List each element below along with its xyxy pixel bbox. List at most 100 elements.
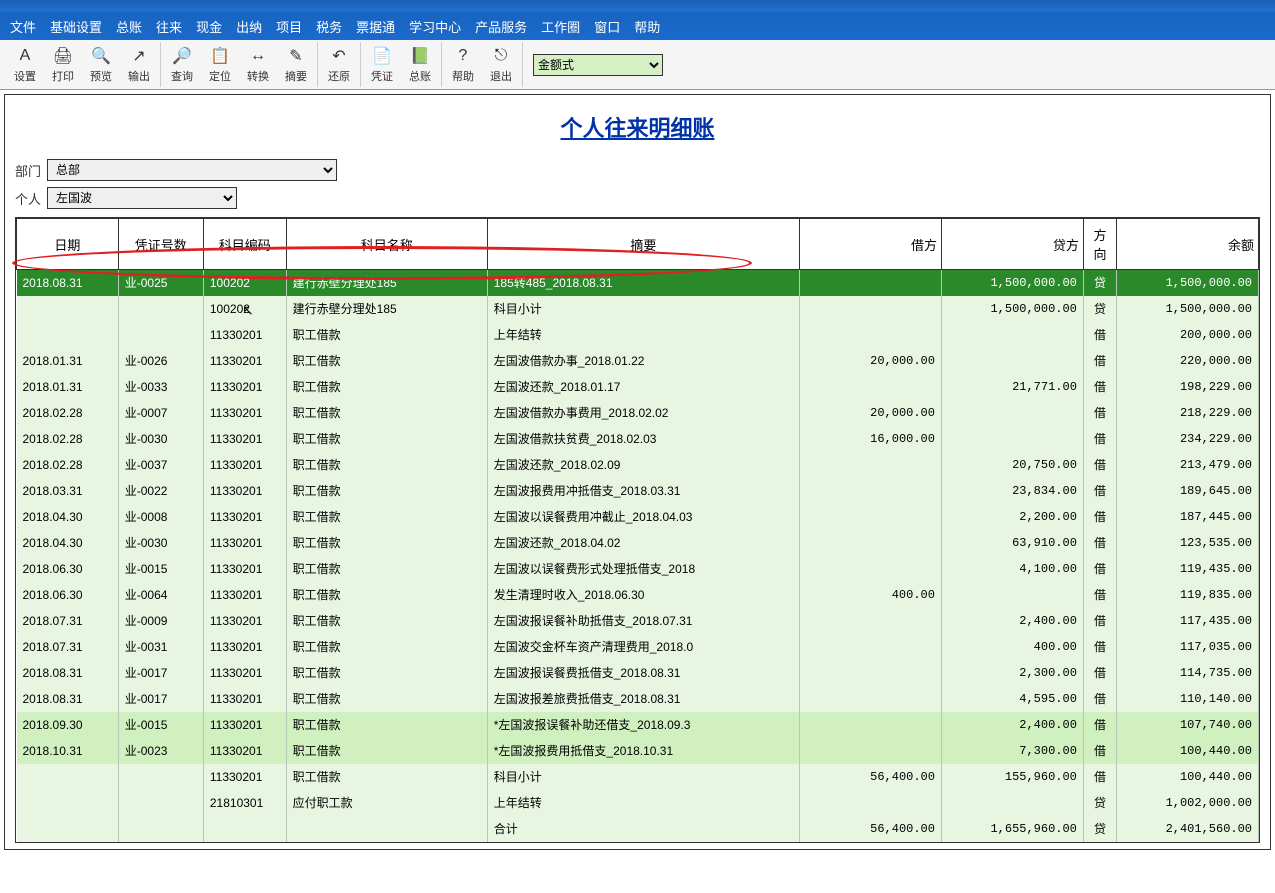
column-header[interactable]: 科目编码	[203, 219, 286, 270]
cell: 借	[1083, 322, 1116, 348]
main-menu[interactable]: 文件基础设置总账往来现金出纳项目税务票据通学习中心产品服务工作圈窗口帮助	[0, 12, 1275, 40]
column-header[interactable]: 方向	[1083, 219, 1116, 270]
dept-select[interactable]: 总部	[47, 159, 337, 181]
toolbar-摘要[interactable]: ✎摘要	[277, 43, 315, 87]
menu-item[interactable]: 票据通	[356, 17, 395, 36]
cell: 业-0026	[118, 348, 203, 374]
cell: 117,435.00	[1117, 608, 1259, 634]
table-row[interactable]: 2018.09.30业-001511330201职工借款*左国波报误餐补助还借支…	[17, 712, 1259, 738]
column-header[interactable]: 摘要	[487, 219, 799, 270]
menu-item[interactable]: 总账	[116, 17, 142, 36]
table-row[interactable]: 2018.01.31业-003311330201职工借款左国波还款_2018.0…	[17, 374, 1259, 400]
table-row[interactable]: 2018.06.30业-006411330201职工借款发生清理时收入_2018…	[17, 582, 1259, 608]
table-row[interactable]: 2018.04.30业-000811330201职工借款左国波以误餐费用冲截止_…	[17, 504, 1259, 530]
table-row[interactable]: 21810301应付职工款上年结转贷1,002,000.00	[17, 790, 1259, 816]
table-row[interactable]: 11330201职工借款上年结转借200,000.00	[17, 322, 1259, 348]
cell: 185转485_2018.08.31	[487, 270, 799, 296]
menu-item[interactable]: 现金	[196, 17, 222, 36]
toolbar-预览[interactable]: 🔍预览	[82, 43, 120, 87]
menu-item[interactable]: 基础设置	[50, 17, 102, 36]
cell	[800, 634, 942, 660]
cell: 2018.01.31	[17, 348, 119, 374]
toolbar-输出[interactable]: ↗输出	[120, 43, 158, 87]
menu-item[interactable]: 帮助	[634, 17, 660, 36]
table-row[interactable]: 2018.08.31业-001711330201职工借款左国波报误餐费抵借支_2…	[17, 660, 1259, 686]
column-header[interactable]: 日期	[17, 219, 119, 270]
person-select[interactable]: 左国波	[47, 187, 237, 209]
cell: 100,440.00	[1117, 764, 1259, 790]
toolbar-label: 定位	[209, 68, 231, 84]
table-row[interactable]: 2018.06.30业-001511330201职工借款左国波以误餐费形式处理抵…	[17, 556, 1259, 582]
table-row[interactable]: 100202建行赤壁分理处185科目小计1,500,000.00贷1,500,0…	[17, 296, 1259, 322]
table-row[interactable]: 2018.02.28业-003011330201职工借款左国波借款扶贫费_201…	[17, 426, 1259, 452]
toolbar-退出[interactable]: ⎋退出	[482, 43, 520, 87]
table-row[interactable]: 2018.02.28业-000711330201职工借款左国波借款办事费用_20…	[17, 400, 1259, 426]
table-row[interactable]: 2018.07.31业-000911330201职工借款左国波报误餐补助抵借支_…	[17, 608, 1259, 634]
table-row[interactable]: 2018.01.31业-002611330201职工借款左国波借款办事_2018…	[17, 348, 1259, 374]
menu-item[interactable]: 往来	[156, 17, 182, 36]
toolbar-凭证[interactable]: 📄凭证	[363, 43, 401, 87]
menu-item[interactable]: 项目	[276, 17, 302, 36]
table-row[interactable]: 2018.08.31业-001711330201职工借款左国波报差旅费抵借支_2…	[17, 686, 1259, 712]
table-row[interactable]: 11330201职工借款科目小计56,400.00155,960.00借100,…	[17, 764, 1259, 790]
toolbar-转换[interactable]: ↔转换	[239, 43, 277, 87]
menu-item[interactable]: 税务	[316, 17, 342, 36]
menu-item[interactable]: 产品服务	[475, 17, 527, 36]
退出-icon: ⎋	[491, 46, 511, 66]
table-row[interactable]: 2018.03.31业-002211330201职工借款左国波报费用冲抵借支_2…	[17, 478, 1259, 504]
cell: 借	[1083, 504, 1116, 530]
cell: 借	[1083, 348, 1116, 374]
table-row[interactable]: 2018.02.28业-003711330201职工借款左国波还款_2018.0…	[17, 452, 1259, 478]
cell: 4,595.00	[941, 686, 1083, 712]
toolbar-定位[interactable]: 📋 定位	[201, 43, 239, 87]
cell: 11330201	[203, 556, 286, 582]
toolbar-查询[interactable]: 🔎查询	[163, 43, 201, 87]
cell: 左国波借款扶贫费_2018.02.03	[487, 426, 799, 452]
table-row[interactable]: 2018.07.31业-003111330201职工借款左国波交金杯车资产清理费…	[17, 634, 1259, 660]
定位-icon: 📋	[210, 46, 230, 66]
cell	[800, 530, 942, 556]
cell: 业-0033	[118, 374, 203, 400]
column-header[interactable]: 凭证号数	[118, 219, 203, 270]
column-header[interactable]: 余额	[1117, 219, 1259, 270]
cell	[800, 504, 942, 530]
cell: 借	[1083, 452, 1116, 478]
table-row[interactable]: 2018.04.30业-003011330201职工借款左国波还款_2018.0…	[17, 530, 1259, 556]
menu-item[interactable]: 学习中心	[409, 17, 461, 36]
cell: 业-0025	[118, 270, 203, 296]
cell: 11330201	[203, 764, 286, 790]
table-row[interactable]: 2018.10.31业-002311330201职工借款*左国波报费用抵借支_2…	[17, 738, 1259, 764]
cell: 23,834.00	[941, 478, 1083, 504]
cell: 左国波借款办事_2018.01.22	[487, 348, 799, 374]
cell: 11330201	[203, 452, 286, 478]
cell: 100202	[203, 296, 286, 322]
cell	[800, 556, 942, 582]
menu-item[interactable]: 文件	[10, 17, 36, 36]
cell: 1,500,000.00	[941, 296, 1083, 322]
toolbar-设置[interactable]: A设置	[6, 43, 44, 87]
table-row[interactable]: 2018.08.31业-0025100202建行赤壁分理处185185转485_…	[17, 270, 1259, 296]
toolbar-打印[interactable]: 🖨打印	[44, 43, 82, 87]
ledger-grid[interactable]: 日期凭证号数科目编码科目名称摘要借方贷方方向余额 2018.08.31业-002…	[15, 217, 1260, 843]
toolbar-帮助[interactable]: ?帮助	[444, 43, 482, 87]
toolbar-总账[interactable]: 📗总账	[401, 43, 439, 87]
filter-area: 部门 总部 个人 左国波	[15, 159, 1260, 209]
menu-item[interactable]: 工作圈	[541, 17, 580, 36]
column-header[interactable]: 贷方	[941, 219, 1083, 270]
menu-item[interactable]: 窗口	[594, 17, 620, 36]
menu-item[interactable]: 出纳	[236, 17, 262, 36]
table-row[interactable]: 合计56,400.001,655,960.00贷2,401,560.00	[17, 816, 1259, 842]
column-header[interactable]: 借方	[800, 219, 942, 270]
cell: 20,000.00	[800, 400, 942, 426]
amount-mode-select[interactable]: 金额式	[533, 54, 663, 76]
toolbar-还原[interactable]: ↶还原	[320, 43, 358, 87]
cell: 189,645.00	[1117, 478, 1259, 504]
cell	[800, 452, 942, 478]
cell: 119,435.00	[1117, 556, 1259, 582]
cell: 2018.04.30	[17, 530, 119, 556]
column-header[interactable]: 科目名称	[286, 219, 487, 270]
cell: 贷	[1083, 296, 1116, 322]
cell: 2018.02.28	[17, 452, 119, 478]
cell: 1,500,000.00	[1117, 270, 1259, 296]
cell: 职工借款	[286, 452, 487, 478]
